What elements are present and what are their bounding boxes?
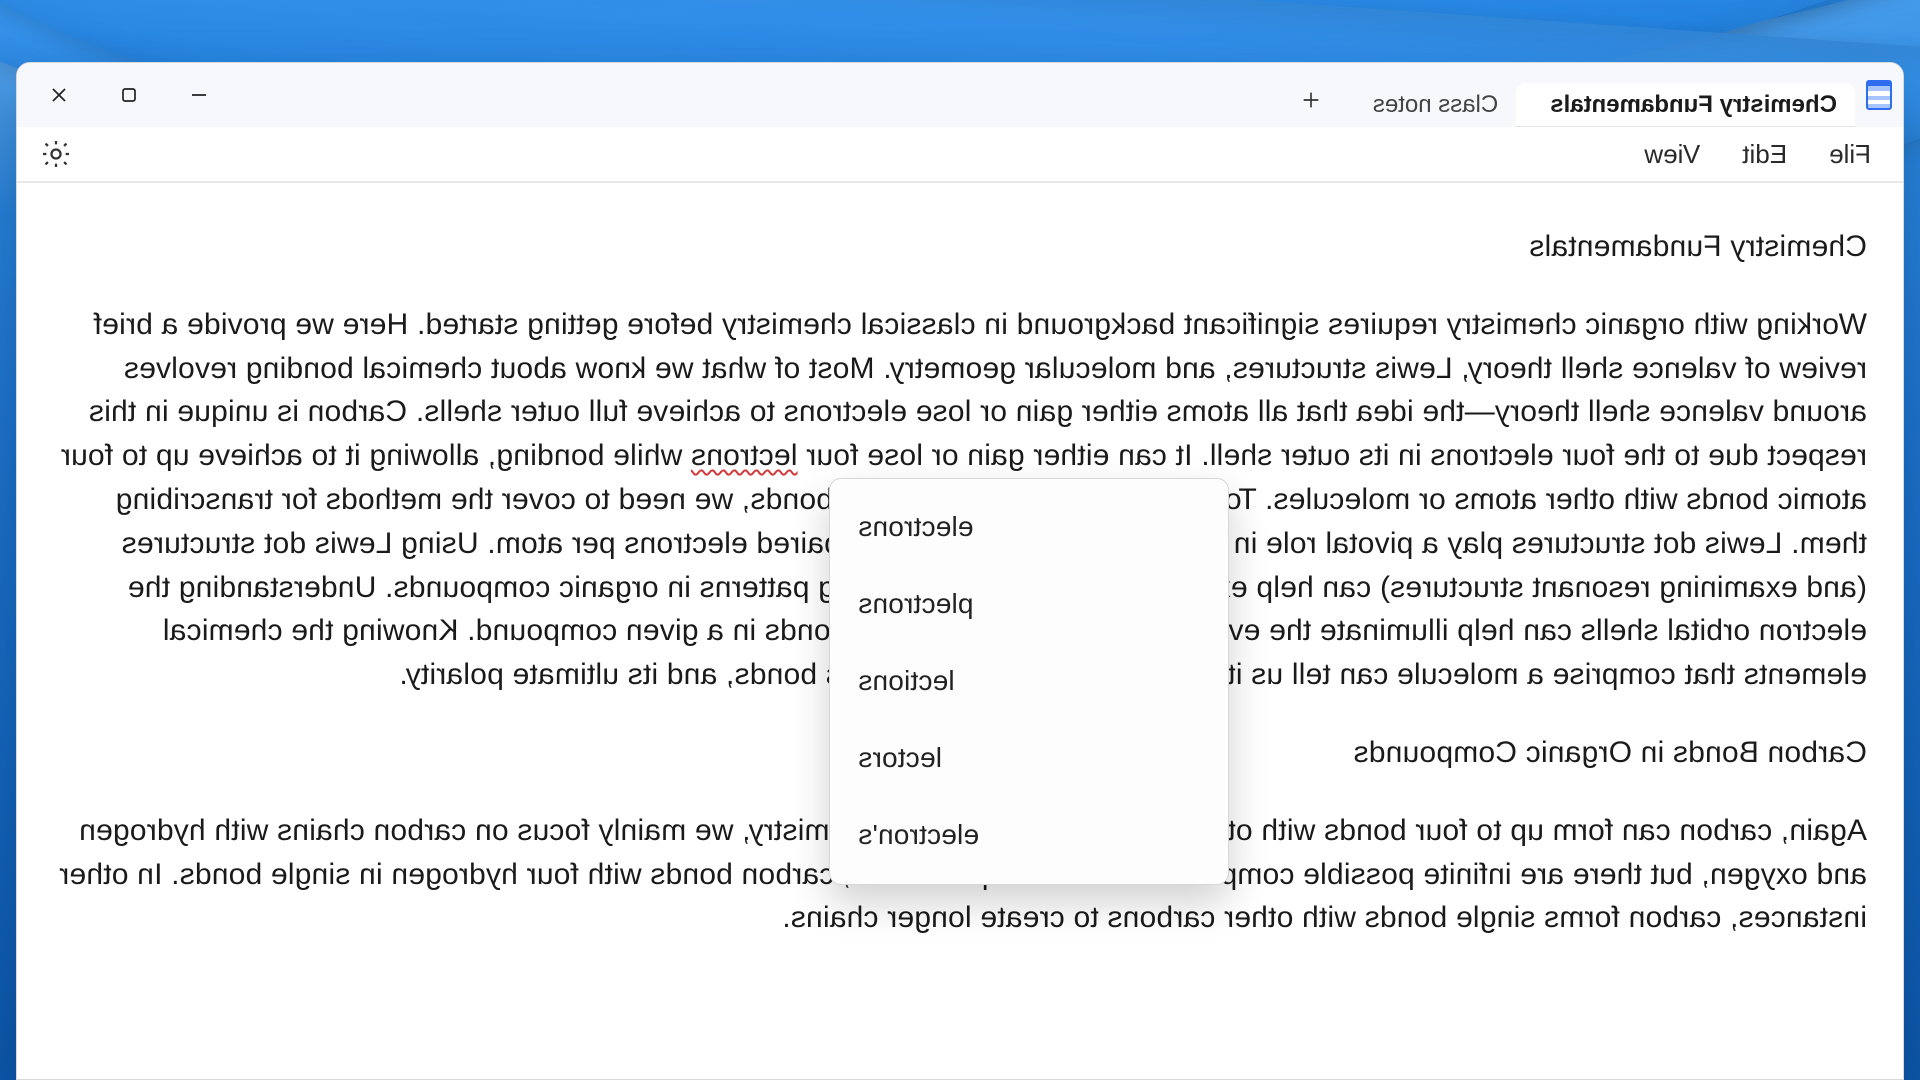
menu-view[interactable]: View bbox=[1642, 133, 1702, 176]
notepad-window: Chemistry Fundamentals Class notes bbox=[16, 62, 1904, 1080]
window-controls bbox=[17, 63, 229, 127]
spell-suggestion[interactable]: lectors bbox=[830, 720, 1228, 797]
tab-class-notes[interactable]: Class notes bbox=[1339, 83, 1516, 127]
minimize-button[interactable] bbox=[181, 77, 217, 113]
tab-chemistry-fundamentals[interactable]: Chemistry Fundamentals bbox=[1516, 83, 1855, 127]
spell-suggestion[interactable]: plectrons bbox=[830, 566, 1228, 643]
notepad-icon bbox=[1866, 80, 1892, 110]
settings-button[interactable] bbox=[39, 137, 73, 171]
titlebar: Chemistry Fundamentals Class notes bbox=[17, 63, 1903, 127]
menubar: File Edit View bbox=[17, 127, 1903, 183]
menu-file[interactable]: File bbox=[1827, 133, 1873, 176]
misspelled-word[interactable]: lectrons bbox=[691, 439, 798, 472]
close-tab-icon[interactable] bbox=[1349, 95, 1369, 115]
spell-suggestion[interactable]: lections bbox=[830, 643, 1228, 720]
menu-edit[interactable]: Edit bbox=[1740, 133, 1789, 176]
maximize-button[interactable] bbox=[111, 77, 147, 113]
spell-suggestion[interactable]: electrons bbox=[830, 489, 1228, 566]
tab-label: Chemistry Fundamentals bbox=[1550, 91, 1837, 119]
spellcheck-popup: electrons plectrons lections lectors ele… bbox=[829, 478, 1229, 884]
spell-suggestion[interactable]: electron's bbox=[830, 797, 1228, 874]
close-window-button[interactable] bbox=[41, 77, 77, 113]
tab-strip: Chemistry Fundamentals Class notes bbox=[1291, 63, 1855, 127]
app-icon bbox=[1855, 63, 1903, 127]
tab-label: Class notes bbox=[1373, 91, 1498, 119]
document-editor[interactable]: Chemistry Fundamentals Working with orga… bbox=[17, 183, 1903, 1079]
new-tab-button[interactable] bbox=[1291, 80, 1331, 120]
doc-title: Chemistry Fundamentals bbox=[53, 225, 1867, 269]
